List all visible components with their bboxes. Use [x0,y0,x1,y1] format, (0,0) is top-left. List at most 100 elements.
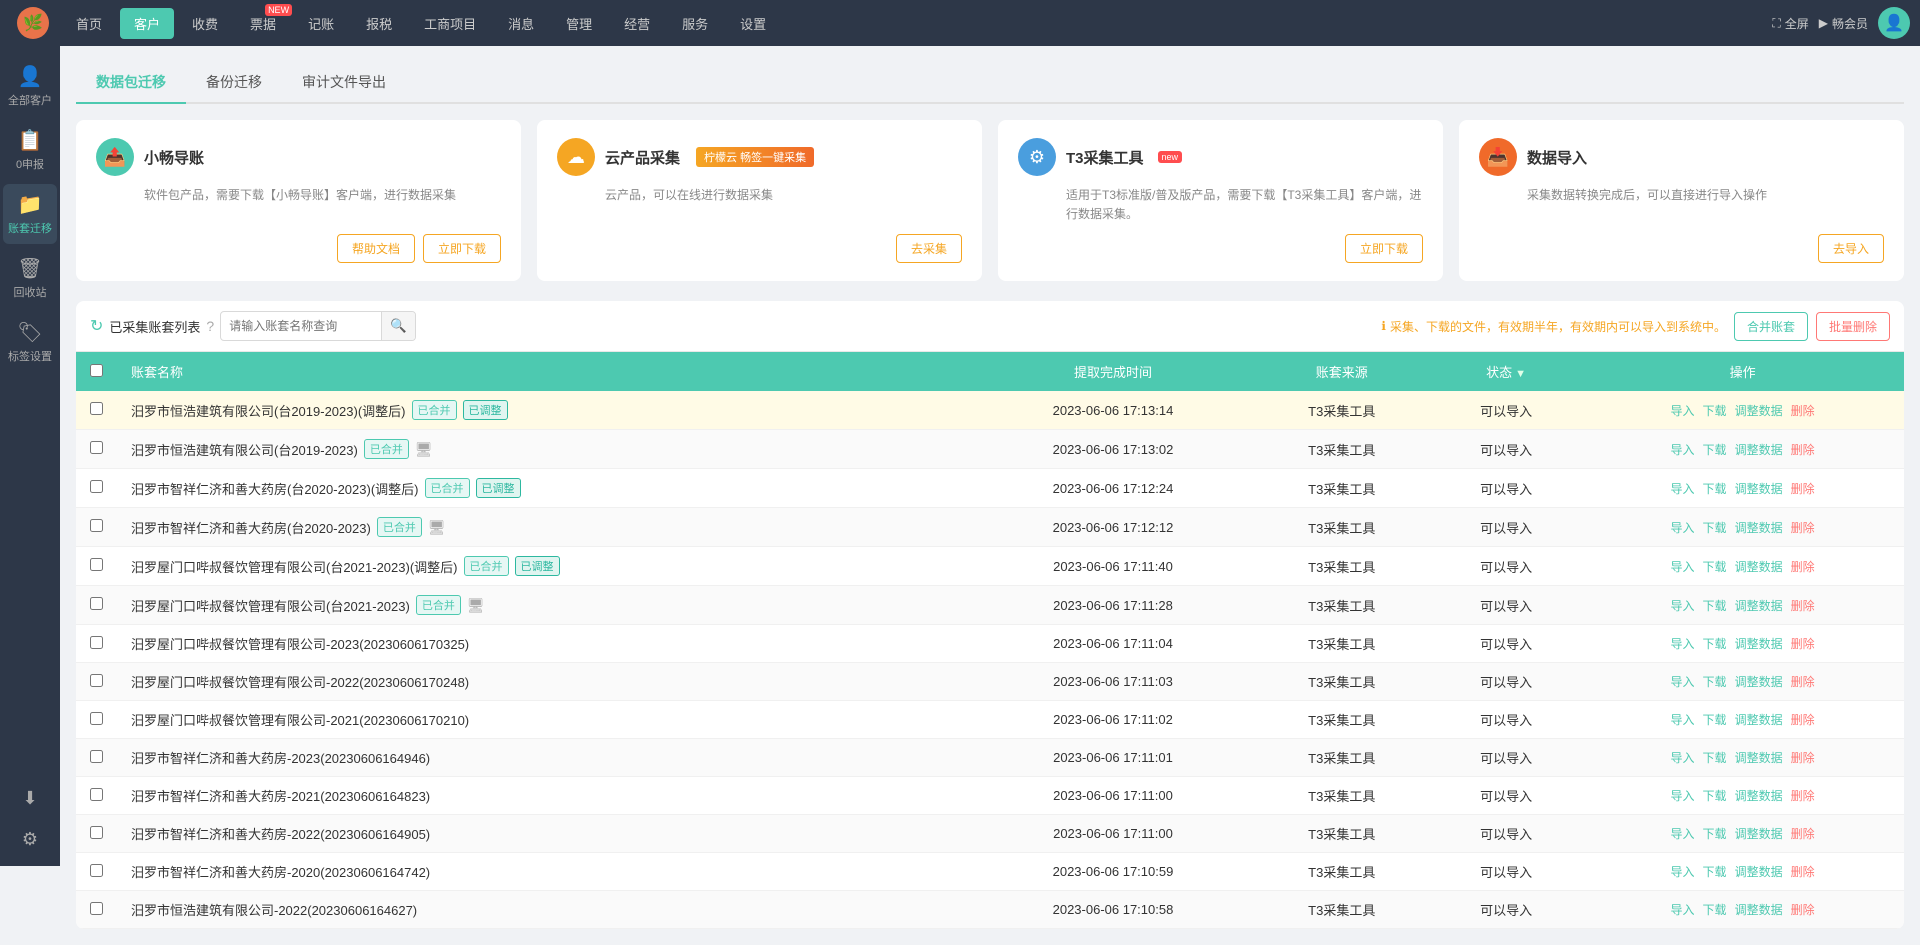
action-btn-调整数据[interactable]: 调整数据 [1735,441,1783,458]
action-btn-下载[interactable]: 下载 [1703,901,1727,918]
row-checkbox[interactable] [90,597,103,610]
action-btn-删除[interactable]: 删除 [1791,749,1815,766]
row-extra-icon[interactable]: 🖥 [467,597,485,614]
action-btn-删除[interactable]: 删除 [1791,402,1815,419]
action-btn-下载[interactable]: 下载 [1703,441,1727,458]
action-btn-调整数据[interactable]: 调整数据 [1735,402,1783,419]
action-btn-下载[interactable]: 下载 [1703,787,1727,804]
sort-icon[interactable]: ▼ [1515,368,1526,380]
action-btn-删除[interactable]: 删除 [1791,558,1815,575]
nav-item-首页[interactable]: 首页 [62,8,116,39]
row-checkbox[interactable] [90,519,103,532]
action-btn-删除[interactable]: 删除 [1791,597,1815,614]
action-btn-调整数据[interactable]: 调整数据 [1735,825,1783,842]
action-btn-导入[interactable]: 导入 [1671,480,1695,497]
card-action-btn[interactable]: 去导入 [1818,234,1884,263]
help-icon[interactable]: ? [206,318,214,334]
tab-审计文件导出[interactable]: 审计文件导出 [282,62,406,104]
nav-item-经营[interactable]: 经营 [610,8,664,39]
row-checkbox[interactable] [90,712,103,725]
action-btn-调整数据[interactable]: 调整数据 [1735,597,1783,614]
action-btn-下载[interactable]: 下载 [1703,711,1727,728]
card-action-btn[interactable]: 帮助文档 [337,234,415,263]
nav-item-管理[interactable]: 管理 [552,8,606,39]
row-extra-icon[interactable]: 🖥 [428,519,446,536]
row-checkbox[interactable] [90,636,103,649]
action-btn-导入[interactable]: 导入 [1671,787,1695,804]
action-btn-删除[interactable]: 删除 [1791,480,1815,497]
action-btn-调整数据[interactable]: 调整数据 [1735,558,1783,575]
sidebar-bottom-item[interactable]: ⬇ [3,782,57,815]
action-btn-调整数据[interactable]: 调整数据 [1735,673,1783,690]
search-input[interactable] [221,319,381,333]
sidebar-item-标签设置[interactable]: 🏷标签设置 [3,312,57,372]
row-checkbox[interactable] [90,441,103,454]
nav-item-消息[interactable]: 消息 [494,8,548,39]
action-btn-导入[interactable]: 导入 [1671,519,1695,536]
action-btn-删除[interactable]: 删除 [1791,787,1815,804]
logo[interactable]: 🌿 [10,7,56,39]
action-btn-下载[interactable]: 下载 [1703,480,1727,497]
action-btn-调整数据[interactable]: 调整数据 [1735,635,1783,652]
action-btn-导入[interactable]: 导入 [1671,673,1695,690]
action-btn-下载[interactable]: 下载 [1703,402,1727,419]
card-action-btn[interactable]: 立即下载 [423,234,501,263]
sidebar-bottom-item[interactable]: ⚙ [3,823,57,856]
action-btn-下载[interactable]: 下载 [1703,825,1727,842]
action-btn-调整数据[interactable]: 调整数据 [1735,901,1783,918]
action-btn-删除[interactable]: 删除 [1791,635,1815,652]
action-btn-调整数据[interactable]: 调整数据 [1735,480,1783,497]
action-btn-删除[interactable]: 删除 [1791,519,1815,536]
action-btn-导入[interactable]: 导入 [1671,597,1695,614]
merge-button[interactable]: 合并账套 [1734,312,1808,341]
batch-delete-button[interactable]: 批量删除 [1816,312,1890,341]
action-btn-删除[interactable]: 删除 [1791,441,1815,458]
row-checkbox[interactable] [90,674,103,687]
row-checkbox[interactable] [90,558,103,571]
action-btn-下载[interactable]: 下载 [1703,519,1727,536]
sidebar-item-0申报[interactable]: 📋0申报 [3,120,57,180]
action-btn-下载[interactable]: 下载 [1703,597,1727,614]
action-btn-导入[interactable]: 导入 [1671,635,1695,652]
action-btn-删除[interactable]: 删除 [1791,711,1815,728]
action-btn-导入[interactable]: 导入 [1671,402,1695,419]
tab-数据包迁移[interactable]: 数据包迁移 [76,62,186,104]
action-btn-删除[interactable]: 删除 [1791,673,1815,690]
row-checkbox[interactable] [90,750,103,763]
nav-item-收费[interactable]: 收费 [178,8,232,39]
card-action-btn[interactable]: 立即下载 [1345,234,1423,263]
action-btn-导入[interactable]: 导入 [1671,558,1695,575]
nav-item-客户[interactable]: 客户 [120,8,174,39]
nav-item-工商项目[interactable]: 工商项目 [410,8,490,39]
card-action-btn[interactable]: 去采集 [896,234,962,263]
action-btn-导入[interactable]: 导入 [1671,711,1695,728]
fullscreen-button[interactable]: ⛶ 全屏 [1772,15,1808,32]
col-header-checkbox[interactable] [76,352,117,391]
row-extra-icon[interactable]: 🖥 [415,441,433,458]
action-btn-导入[interactable]: 导入 [1671,749,1695,766]
row-checkbox[interactable] [90,480,103,493]
action-btn-调整数据[interactable]: 调整数据 [1735,519,1783,536]
nav-item-服务[interactable]: 服务 [668,8,722,39]
action-btn-调整数据[interactable]: 调整数据 [1735,787,1783,804]
action-btn-调整数据[interactable]: 调整数据 [1735,711,1783,728]
action-btn-导入[interactable]: 导入 [1671,901,1695,918]
row-checkbox[interactable] [90,902,103,915]
action-btn-删除[interactable]: 删除 [1791,825,1815,842]
nav-item-设置[interactable]: 设置 [726,8,780,39]
tab-备份迁移[interactable]: 备份迁移 [186,62,282,104]
user-avatar[interactable]: 👤 [1878,7,1910,39]
sidebar-item-账套迁移[interactable]: 📁账套迁移 [3,184,57,244]
action-btn-调整数据[interactable]: 调整数据 [1735,749,1783,766]
action-btn-下载[interactable]: 下载 [1703,749,1727,766]
action-btn-删除[interactable]: 删除 [1791,901,1815,918]
action-btn-导入[interactable]: 导入 [1671,441,1695,458]
nav-item-票据[interactable]: 票据NEW [236,8,290,39]
search-button[interactable]: 🔍 [381,311,415,341]
action-btn-下载[interactable]: 下载 [1703,673,1727,690]
nav-item-报税[interactable]: 报税 [352,8,406,39]
action-btn-导入[interactable]: 导入 [1671,825,1695,842]
select-all-checkbox[interactable] [90,364,103,377]
nav-item-记账[interactable]: 记账 [294,8,348,39]
sidebar-item-回收站[interactable]: 🗑回收站 [3,248,57,308]
